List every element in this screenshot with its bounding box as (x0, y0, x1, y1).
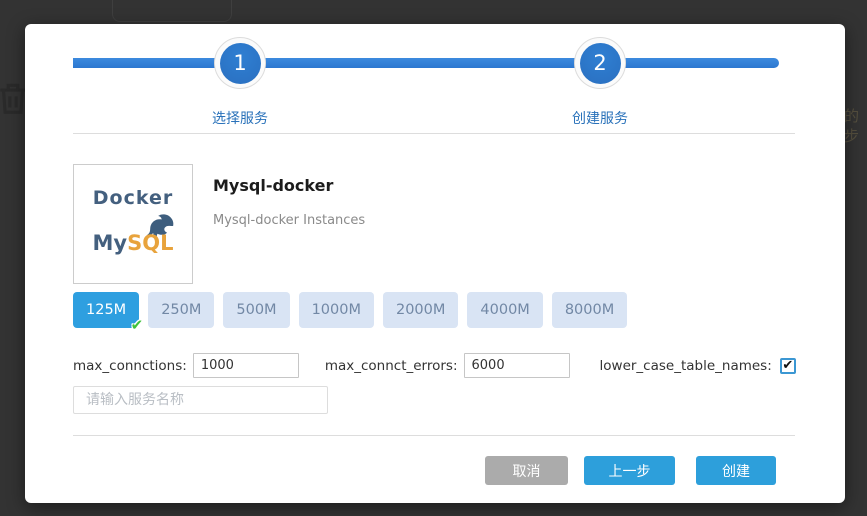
check-icon: ✔ (130, 316, 144, 334)
max-connections-label: max_connctions: (73, 357, 187, 374)
lower-case-table-names-label: lower_case_table_names: (599, 357, 772, 374)
size-option-8000m[interactable]: 8000M (551, 292, 628, 328)
wizard-step-1: 1 (214, 37, 266, 89)
max-connect-errors-input[interactable] (463, 353, 570, 378)
step-1-circle: 1 (219, 42, 261, 84)
wizard-step-2: 2 (574, 37, 626, 89)
mysql-wordmark: MySQL (92, 231, 174, 255)
size-option-4000m[interactable]: 4000M (467, 292, 543, 328)
background-panel-outline (112, 0, 232, 22)
divider (73, 133, 795, 134)
dialog-footer: 取消 上一步 创建 (485, 456, 776, 485)
size-option-250m[interactable]: 250M (148, 292, 215, 328)
lower-case-table-names-checkbox[interactable]: ✔ (779, 357, 796, 374)
screen: 的 步 1 2 选择服务 创建服务 Docker MySQL Mysql-doc… (0, 0, 867, 516)
service-name-input[interactable] (73, 386, 328, 414)
parameters-row: max_connctions: max_connct_errors: lower… (73, 353, 796, 378)
max-connect-errors-label: max_connct_errors: (324, 357, 458, 374)
docker-wordmark: Docker (92, 187, 174, 209)
memory-size-options: 125M ✔ 250M 500M 1000M 2000M 4000M 8000M (73, 292, 636, 334)
size-option-1000m[interactable]: 1000M (298, 292, 374, 328)
size-option-2000m[interactable]: 2000M (382, 292, 459, 328)
size-option-label: 125M (86, 302, 127, 318)
cancel-button[interactable]: 取消 (485, 456, 568, 485)
create-button[interactable]: 创建 (696, 456, 776, 485)
step-1-label: 选择服务 (212, 111, 268, 127)
previous-step-button[interactable]: 上一步 (584, 456, 675, 485)
create-service-dialog: 1 2 选择服务 创建服务 Docker MySQL Mysql-docker … (25, 24, 845, 503)
wizard-progress-bar (73, 58, 779, 68)
background-text-fragment: 的 步 (844, 107, 861, 145)
mysql-docker-logo: Docker MySQL (73, 164, 193, 284)
max-connections-input[interactable] (192, 353, 299, 378)
step-2-label: 创建服务 (572, 111, 628, 127)
divider (73, 435, 795, 436)
step-2-circle: 2 (579, 42, 621, 84)
size-option-500m[interactable]: 500M (223, 292, 290, 328)
service-title: Mysql-docker (213, 176, 334, 195)
size-option-125m[interactable]: 125M ✔ (73, 292, 143, 334)
service-subtitle: Mysql-docker Instances (213, 213, 366, 228)
